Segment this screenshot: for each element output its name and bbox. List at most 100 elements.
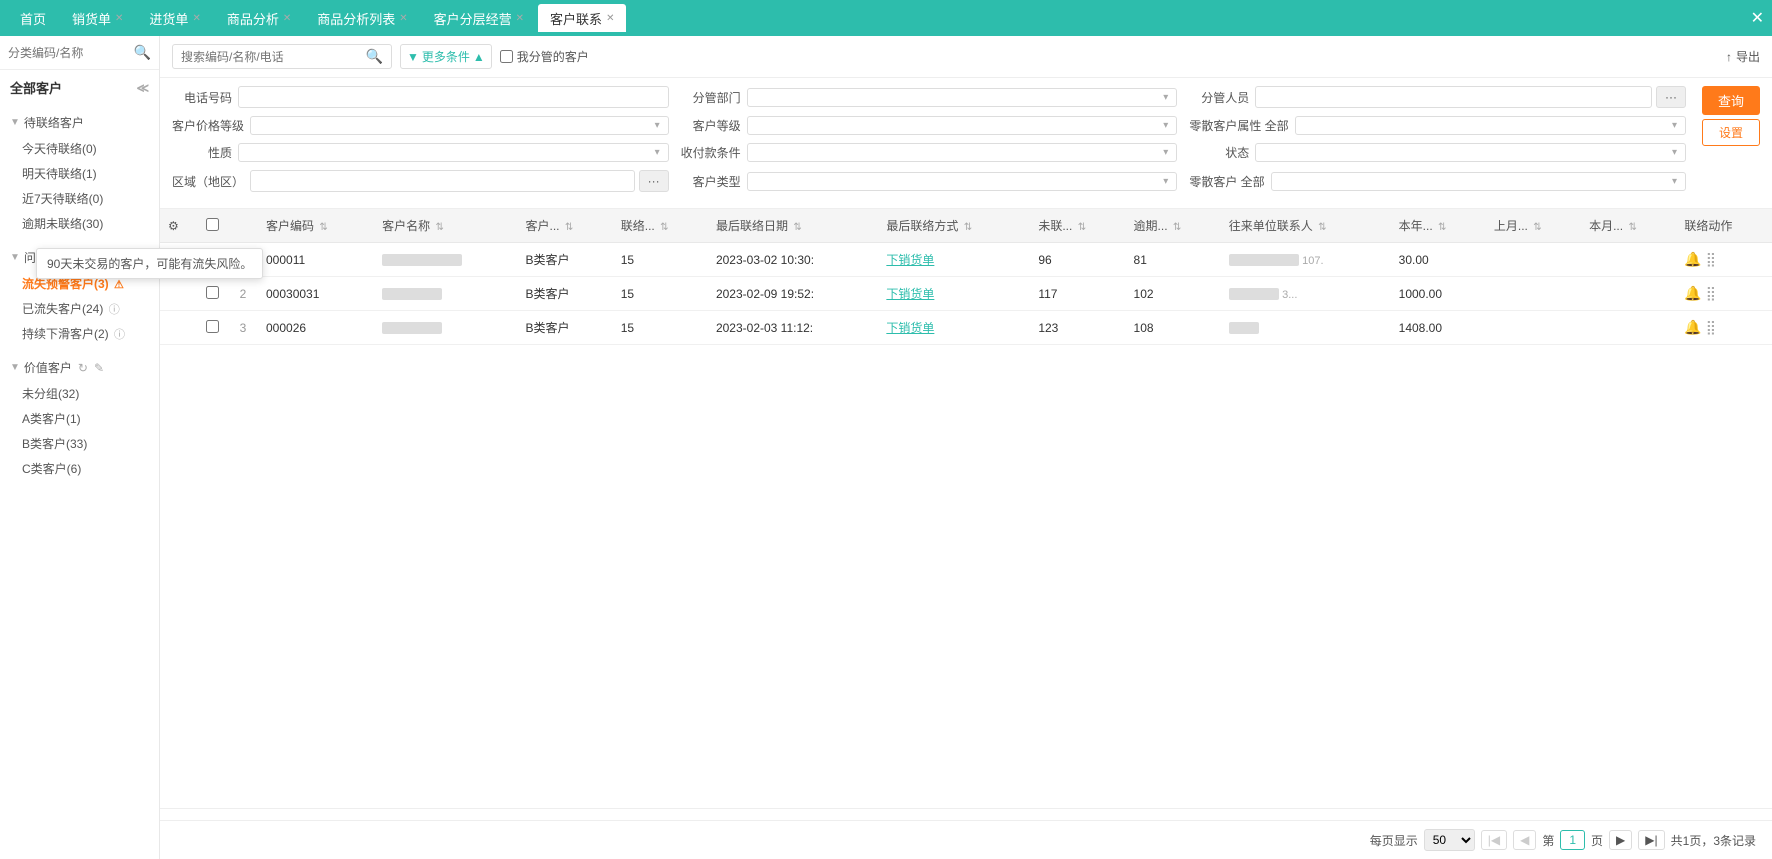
sidebar-search-input[interactable] — [8, 46, 130, 60]
sidebar-item-class-a[interactable]: A类客户(1) — [0, 406, 159, 431]
sidebar-item-week-contact[interactable]: 近7天待联络(0) — [0, 186, 159, 211]
sidebar-search-icon[interactable]: 🔍 — [134, 44, 151, 61]
first-page-btn[interactable]: |◀ — [1481, 830, 1507, 850]
sidebar-item-overdue-contact[interactable]: 逾期未联络(30) — [0, 211, 159, 236]
info-icon-churned: ⓘ — [109, 304, 120, 316]
col-type[interactable]: 客户... ⇅ — [518, 209, 613, 243]
filter-manager-input[interactable] — [1255, 86, 1652, 108]
sidebar-collapse-icon[interactable]: ≪ — [136, 81, 149, 95]
tab-product-list[interactable]: 商品分析列表 ✕ — [305, 4, 419, 32]
edit-icon-value[interactable]: ✎ — [94, 361, 104, 375]
setting-button[interactable]: 设置 — [1702, 119, 1760, 146]
sidebar-group-value[interactable]: ▼ 价值客户 ↻ ✎ — [0, 354, 159, 381]
col-this-month[interactable]: 本月... ⇅ — [1581, 209, 1676, 243]
filter-status-select[interactable]: ▾ — [1255, 143, 1686, 162]
close-tab-product-list[interactable]: ✕ — [399, 13, 407, 24]
next-page-btn[interactable]: ▶ — [1609, 830, 1632, 850]
prev-page-btn[interactable]: ◀ — [1513, 830, 1536, 850]
sidebar-group-pending[interactable]: ▼ 待联络客户 — [0, 109, 159, 136]
more-action-icon[interactable]: ⣿ — [1706, 251, 1716, 268]
refresh-icon-value[interactable]: ↻ — [78, 361, 88, 375]
filter-phone-input[interactable] — [238, 86, 669, 108]
row-checkbox-cell[interactable] — [196, 311, 228, 345]
sidebar-item-today-contact[interactable]: 今天待联络(0) — [0, 136, 159, 161]
search-icon[interactable]: 🔍 — [366, 48, 383, 65]
col-last-month[interactable]: 上月... ⇅ — [1486, 209, 1581, 243]
col-this-year[interactable]: 本年... ⇅ — [1391, 209, 1486, 243]
tab-sales[interactable]: 销货单 ✕ — [60, 4, 135, 32]
contact-action-icon[interactable]: 🔔 — [1684, 251, 1701, 268]
close-tab-purchase[interactable]: ✕ — [192, 13, 200, 24]
row-checkbox-cell[interactable] — [196, 277, 228, 311]
close-tab-customer-contact[interactable]: ✕ — [606, 13, 614, 24]
filter-retail-customer-select[interactable]: ▾ — [1271, 172, 1686, 191]
my-customers-filter[interactable]: 我分管的客户 — [500, 48, 589, 65]
col-name[interactable]: 客户名称 ⇅ — [374, 209, 517, 243]
per-page-select[interactable]: 50 100 200 — [1424, 829, 1475, 851]
last-page-btn[interactable]: ▶| — [1638, 830, 1664, 850]
row-last-way[interactable]: 下销货单 — [878, 277, 1030, 311]
filter-dept-select[interactable]: ▾ — [747, 88, 1178, 107]
sidebar-item-ungrouped[interactable]: 未分组(32) — [0, 381, 159, 406]
close-tab-customer-tier[interactable]: ✕ — [516, 13, 524, 24]
last-way-link[interactable]: 下销货单 — [886, 287, 934, 301]
filter-retail-attr-select[interactable]: ▾ — [1295, 116, 1686, 135]
row-actions[interactable]: 🔔 ⣿ — [1676, 243, 1772, 277]
filter-region-ellipsis[interactable]: ··· — [639, 170, 669, 192]
more-action-icon[interactable]: ⣿ — [1706, 285, 1716, 302]
horizontal-scrollbar[interactable] — [160, 808, 1772, 820]
filter-retail-attr: 零散客户属性 全部 ▾ — [1189, 116, 1686, 135]
sidebar-all-customers[interactable]: 全部客户 ≪ — [0, 70, 159, 105]
tab-product-analysis[interactable]: 商品分析 ✕ — [215, 4, 303, 32]
filter-payment-select[interactable]: ▾ — [747, 143, 1178, 162]
contact-action-icon[interactable]: 🔔 — [1684, 319, 1701, 336]
filter-customer-level-select[interactable]: ▾ — [747, 116, 1178, 135]
row-actions[interactable]: 🔔 ⣿ — [1676, 311, 1772, 345]
col-contact[interactable]: 联络... ⇅ — [613, 209, 708, 243]
filter-customer-type: 客户类型 ▾ — [681, 172, 1178, 191]
select-all-checkbox[interactable] — [206, 218, 219, 231]
tab-home[interactable]: 首页 — [8, 4, 58, 32]
sidebar-item-class-b[interactable]: B类客户(33) — [0, 431, 159, 456]
filter-row-3: 性质 ▾ 收付款条件 ▾ 状态 — [172, 143, 1686, 162]
filter-customer-type-select[interactable]: ▾ — [747, 172, 1178, 191]
last-way-link[interactable]: 下销货单 — [886, 321, 934, 335]
sidebar-item-churned[interactable]: 已流失客户(24) ⓘ — [0, 296, 159, 321]
sidebar-item-class-c[interactable]: C类客户(6) — [0, 456, 159, 481]
row-last-way[interactable]: 下销货单 — [878, 311, 1030, 345]
filter-region-input[interactable] — [250, 170, 635, 192]
close-all-tabs[interactable]: ✕ — [1751, 8, 1764, 28]
filter-price-level-select[interactable]: ▾ — [250, 116, 669, 135]
col-settings[interactable]: ⚙ — [160, 209, 196, 243]
more-action-icon[interactable]: ⣿ — [1706, 319, 1716, 336]
sidebar-item-declining[interactable]: 持续下滑客户(2) ⓘ — [0, 321, 159, 346]
my-customers-checkbox[interactable] — [500, 50, 513, 63]
query-button[interactable]: 查询 — [1702, 86, 1760, 115]
search-input[interactable] — [181, 50, 362, 64]
row-checkbox[interactable] — [206, 286, 219, 299]
tab-customer-tier[interactable]: 客户分层经营 ✕ — [422, 4, 536, 32]
col-last-way[interactable]: 最后联络方式 ⇅ — [878, 209, 1030, 243]
col-overdue[interactable]: 逾期... ⇅ — [1126, 209, 1221, 243]
col-unit-contacts[interactable]: 往来单位联系人 ⇅ — [1221, 209, 1391, 243]
col-no-contact[interactable]: 未联... ⇅ — [1030, 209, 1125, 243]
filter-manager-ellipsis[interactable]: ··· — [1656, 86, 1686, 108]
contact-action-icon[interactable]: 🔔 — [1684, 285, 1701, 302]
col-code[interactable]: 客户编码 ⇅ — [258, 209, 374, 243]
filter-nature-label: 性质 — [172, 144, 232, 161]
more-conditions-btn[interactable]: ▼ 更多条件 ▲ — [400, 44, 492, 69]
export-btn[interactable]: ↑ 导出 — [1726, 48, 1760, 65]
sidebar-item-tomorrow-contact[interactable]: 明天待联络(1) — [0, 161, 159, 186]
last-way-link[interactable]: 下销货单 — [886, 253, 934, 267]
settings-icon[interactable]: ⚙ — [168, 219, 179, 233]
row-last-way[interactable]: 下销货单 — [878, 243, 1030, 277]
row-checkbox[interactable] — [206, 320, 219, 333]
close-tab-product-analysis[interactable]: ✕ — [283, 13, 291, 24]
close-tab-sales[interactable]: ✕ — [115, 13, 123, 24]
filter-phone: 电话号码 — [172, 86, 669, 108]
row-actions[interactable]: 🔔 ⣿ — [1676, 277, 1772, 311]
tab-purchase[interactable]: 进货单 ✕ — [137, 4, 212, 32]
filter-nature-select[interactable]: ▾ — [238, 143, 669, 162]
col-last-date[interactable]: 最后联络日期 ⇅ — [708, 209, 878, 243]
tab-customer-contact[interactable]: 客户联系 ✕ — [538, 4, 626, 32]
